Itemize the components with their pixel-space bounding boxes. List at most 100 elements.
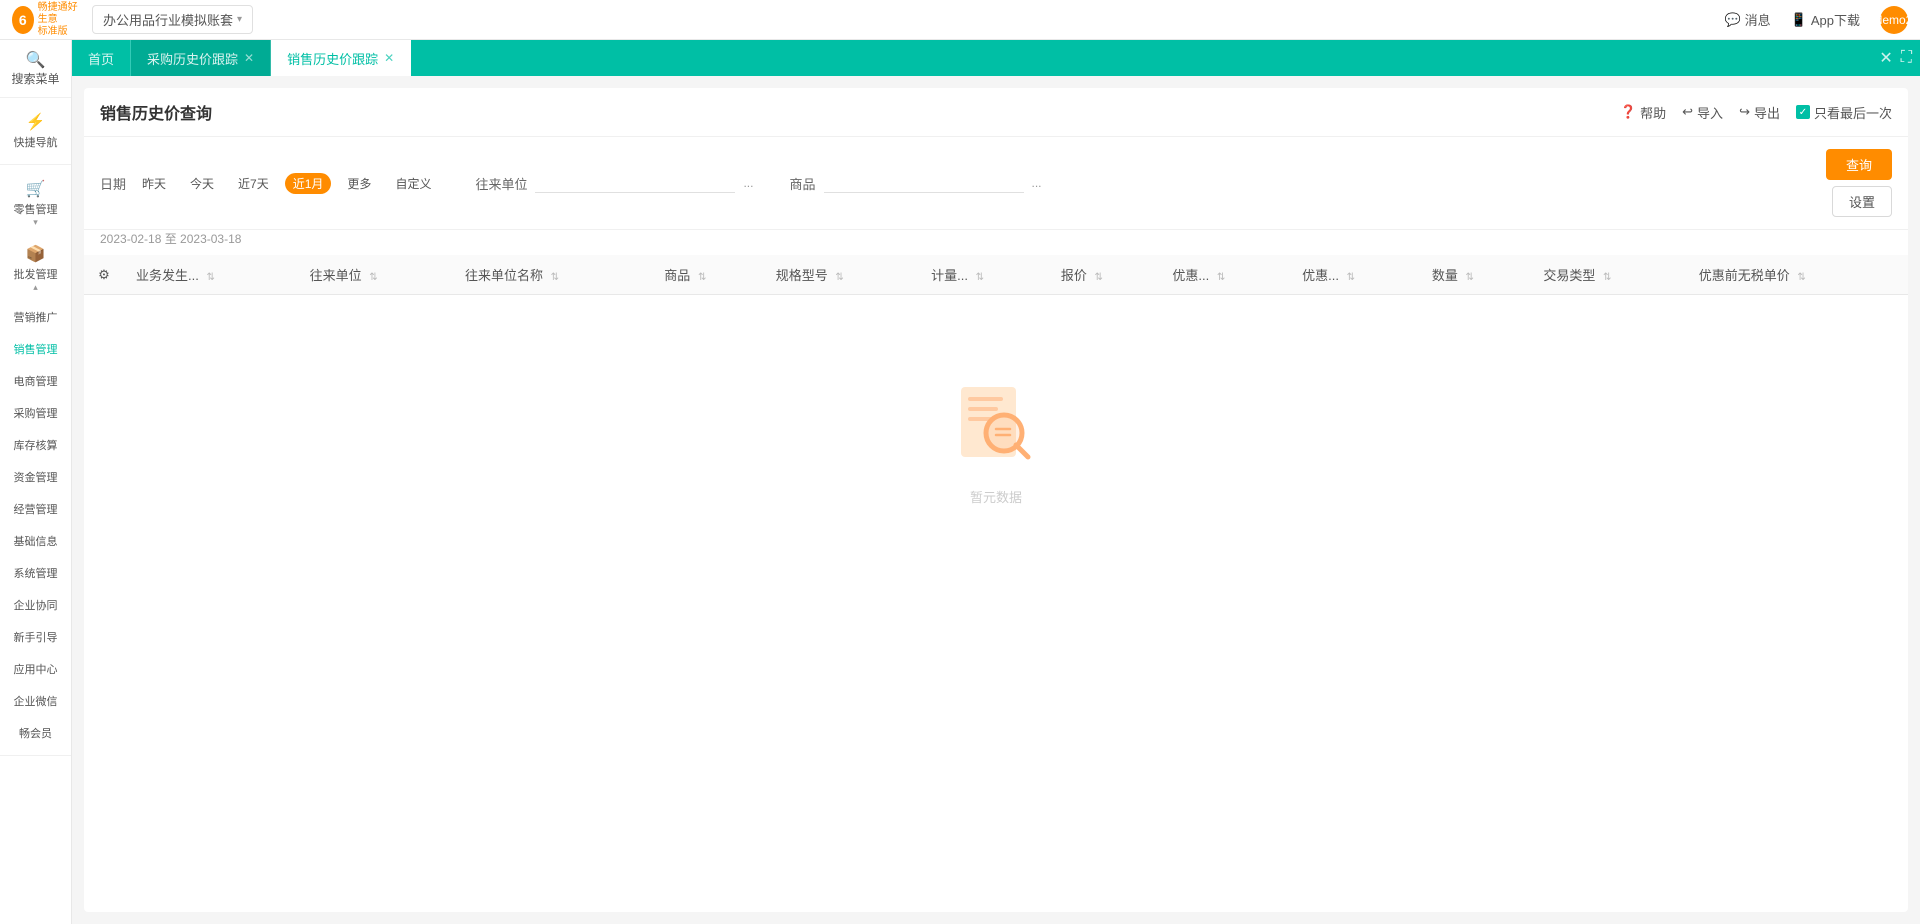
chevron-down-icon: ▾ xyxy=(33,217,38,228)
product-column-header[interactable]: 商品 ⇅ xyxy=(652,255,763,295)
product-input[interactable] xyxy=(824,173,1024,193)
sidebar-quick-nav-item[interactable]: ⚡ 快捷导航 xyxy=(0,104,71,158)
counterparty-filter: 往来单位 ... xyxy=(475,173,753,193)
trade-type-column-header[interactable]: 交易类型 ⇅ xyxy=(1531,255,1686,295)
help-icon: ❓ xyxy=(1620,104,1636,120)
tab-home[interactable]: 首页 xyxy=(72,40,131,76)
counterparty-name-column-header[interactable]: 往来单位名称 ⇅ xyxy=(453,255,652,295)
phone-icon: 📱 xyxy=(1791,12,1807,28)
date-btn-1month[interactable]: 近1月 xyxy=(285,173,332,194)
sidebar-item-wechat[interactable]: 企业微信 xyxy=(0,685,71,717)
quantity-column-header[interactable]: 数量 ⇅ xyxy=(1420,255,1531,295)
sidebar-item-inventory[interactable]: 库存核算 xyxy=(0,429,71,461)
sidebar-item-ecommerce[interactable]: 电商管理 xyxy=(0,365,71,397)
settings-button[interactable]: 设置 xyxy=(1832,186,1892,217)
import-button[interactable]: ↩ 导入 xyxy=(1682,103,1723,122)
sidebar-item-operations[interactable]: 经营管理 xyxy=(0,493,71,525)
price-column-header[interactable]: 报价 ⇅ xyxy=(1049,255,1160,295)
user-menu[interactable]: demo2 xyxy=(1880,6,1908,34)
logo-text: 畅捷通好生意 标准版 xyxy=(38,2,84,38)
maximize-button[interactable]: ⛶ xyxy=(1901,49,1912,67)
sidebar-item-system[interactable]: 系统管理 xyxy=(0,557,71,589)
sidebar-item-apps[interactable]: 应用中心 xyxy=(0,653,71,685)
sort-arrows-icon: ⇅ xyxy=(1603,272,1611,283)
date-btn-custom[interactable]: 自定义 xyxy=(387,173,439,194)
sidebar-item-sales[interactable]: 销售管理 xyxy=(0,333,71,365)
sidebar-item-enterprise[interactable]: 企业协同 xyxy=(0,589,71,621)
unit-column-header[interactable]: 计量... ⇅ xyxy=(919,255,1049,295)
product-filter: 商品 ... xyxy=(789,173,1041,193)
filter-bar: 日期 昨天 今天 近7天 近1月 更多 自定义 往来单位 ... 商品 ... … xyxy=(84,137,1908,230)
quick-nav-icon: ⚡ xyxy=(26,112,46,132)
tab-sales-history[interactable]: 销售历史价跟踪 ✕ xyxy=(271,40,411,76)
sidebar-item-marketing[interactable]: 营销推广 xyxy=(0,301,71,333)
discount1-column-header[interactable]: 优惠... ⇅ xyxy=(1160,255,1290,295)
topbar: 6 畅捷通好生意 标准版 办公用品行业模拟账套 ▾ 💬 消息 📱 App下载 d… xyxy=(0,0,1920,40)
page-title: 销售历史价查询 xyxy=(100,100,212,124)
discount2-column-header[interactable]: 优惠... ⇅ xyxy=(1290,255,1420,295)
only-last-checkbox[interactable]: ✓ 只看最后一次 xyxy=(1796,103,1892,122)
date-label: 日期 xyxy=(100,174,126,193)
sidebar-item-basic[interactable]: 基础信息 xyxy=(0,525,71,557)
sidebar-item-guide[interactable]: 新手引导 xyxy=(0,621,71,653)
spec-column-header[interactable]: 规格型号 ⇅ xyxy=(764,255,919,295)
data-table: ⚙ 业务发生... ⇅ 往来单位 ⇅ 往来单位名称 ⇅ xyxy=(84,255,1908,295)
topbar-right: 💬 消息 📱 App下载 demo2 xyxy=(1724,6,1908,34)
counterparty-input[interactable] xyxy=(535,173,735,193)
export-button[interactable]: ↪ 导出 xyxy=(1739,103,1780,122)
sort-arrows-icon: ⇅ xyxy=(551,272,559,283)
sort-arrows-icon: ⇅ xyxy=(835,272,843,283)
sidebar-search[interactable]: 🔍 搜索菜单 xyxy=(0,40,71,98)
sidebar-item-purchase[interactable]: 采购管理 xyxy=(0,397,71,429)
date-btn-7days[interactable]: 近7天 xyxy=(230,173,277,194)
settings-column-header[interactable]: ⚙ xyxy=(84,255,124,295)
counterparty-label: 往来单位 xyxy=(475,174,527,193)
chevron-up-icon: ▴ xyxy=(33,282,38,293)
date-btn-today[interactable]: 今天 xyxy=(182,173,222,194)
date-btn-more[interactable]: 更多 xyxy=(339,173,379,194)
biz-date-column-header[interactable]: 业务发生... ⇅ xyxy=(124,255,298,295)
pre-tax-price-column-header[interactable]: 优惠前无税单价 ⇅ xyxy=(1687,255,1908,295)
chevron-down-icon: ▾ xyxy=(237,14,242,25)
app-download-button[interactable]: 📱 App下载 xyxy=(1791,10,1860,29)
page-header: 销售历史价查询 ❓ 帮助 ↩ 导入 ↪ 导出 ✓ 只看最后一次 xyxy=(84,88,1908,137)
avatar: demo2 xyxy=(1880,6,1908,34)
checkbox-icon: ✓ xyxy=(1796,105,1810,119)
sort-arrows-icon: ⇅ xyxy=(1095,272,1103,283)
main-content: 销售历史价查询 ❓ 帮助 ↩ 导入 ↪ 导出 ✓ 只看最后一次 xyxy=(72,76,1920,924)
tab-purchase-history[interactable]: 采购历史价跟踪 ✕ xyxy=(131,40,271,76)
sidebar-item-member[interactable]: 畅会员 xyxy=(0,717,71,749)
product-label: 商品 xyxy=(789,174,815,193)
counterparty-code-column-header[interactable]: 往来单位 ⇅ xyxy=(298,255,453,295)
page-container: 销售历史价查询 ❓ 帮助 ↩ 导入 ↪ 导出 ✓ 只看最后一次 xyxy=(84,88,1908,912)
query-button[interactable]: 查询 xyxy=(1826,149,1892,180)
action-buttons: 查询 设置 xyxy=(1826,149,1892,217)
sort-arrows-icon: ⇅ xyxy=(976,272,984,283)
product-more-icon[interactable]: ... xyxy=(1032,176,1042,190)
sidebar-item-wholesale[interactable]: 📦 批发管理 ▴ xyxy=(0,236,71,301)
sidebar-item-retail[interactable]: 🛒 零售管理 ▾ xyxy=(0,171,71,236)
close-icon[interactable]: ✕ xyxy=(244,51,254,65)
search-icon: 🔍 xyxy=(26,50,46,70)
counterparty-more-icon[interactable]: ... xyxy=(743,176,753,190)
sort-arrows-icon: ⇅ xyxy=(1347,272,1355,283)
close-window-button[interactable]: ✕ xyxy=(1879,48,1892,68)
date-filter-group: 日期 昨天 今天 近7天 近1月 更多 自定义 xyxy=(100,173,439,194)
sidebar: 🔍 搜索菜单 ⚡ 快捷导航 🛒 零售管理 ▾ 📦 批发管理 ▴ 营销推广 销售管… xyxy=(0,40,72,924)
import-icon: ↩ xyxy=(1682,104,1693,120)
sort-arrows-icon: ⇅ xyxy=(1466,272,1474,283)
empty-icon xyxy=(946,375,1046,475)
workspace-selector[interactable]: 办公用品行业模拟账套 ▾ xyxy=(92,5,253,34)
sidebar-quick-nav: ⚡ 快捷导航 xyxy=(0,98,71,165)
empty-text: 暂元数据 xyxy=(970,487,1022,506)
sort-arrows-icon: ⇅ xyxy=(369,272,377,283)
sort-arrows-icon: ⇅ xyxy=(206,272,214,283)
help-button[interactable]: ❓ 帮助 xyxy=(1620,103,1666,122)
date-range-display: 2023-02-18 至 2023-03-18 xyxy=(84,230,1908,255)
sidebar-item-finance[interactable]: 资金管理 xyxy=(0,461,71,493)
close-icon[interactable]: ✕ xyxy=(384,51,394,65)
date-btn-yesterday[interactable]: 昨天 xyxy=(134,173,174,194)
logo-icon: 6 xyxy=(12,6,34,34)
sort-arrows-icon: ⇅ xyxy=(1797,272,1805,283)
message-button[interactable]: 💬 消息 xyxy=(1724,10,1770,29)
